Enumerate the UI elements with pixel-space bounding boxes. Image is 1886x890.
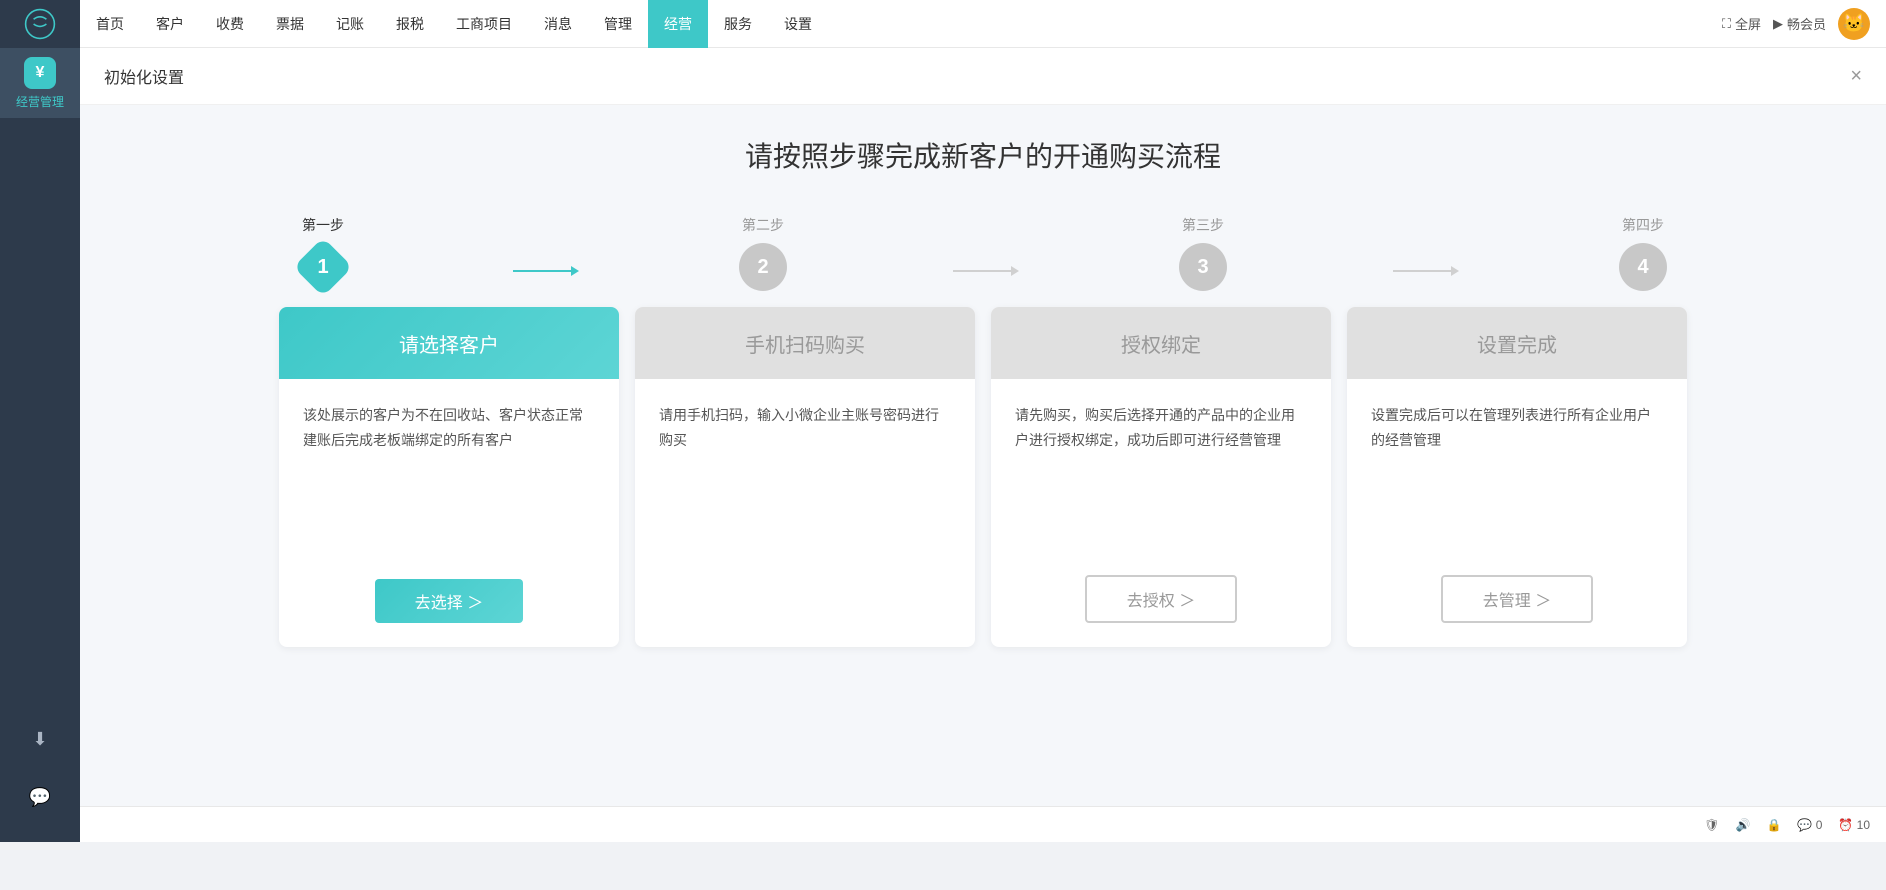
page-header: 初始化设置 × <box>80 48 1886 105</box>
sidebar-logo <box>0 0 80 48</box>
close-button[interactable]: × <box>1850 65 1862 88</box>
nav-right-area: ⛶ 全屏 ▶ 畅会员 🐱 <box>1722 8 1886 40</box>
arrow-line-2 <box>953 270 1013 272</box>
nav-fee[interactable]: 收费 <box>200 0 260 48</box>
nav-manage[interactable]: 管理 <box>588 0 648 48</box>
card-2-body: 请用手机扫码，输入小微企业主账号密码进行购买 <box>635 379 975 607</box>
volume-icon: 🔊 <box>1736 818 1751 832</box>
clock-icon: ⏰ 10 <box>1838 818 1870 832</box>
content-area: 请按照步骤完成新客户的开通购买流程 第一步 1 第二步 2 <box>80 105 1886 808</box>
fullscreen-icon: ⛶ <box>1722 16 1731 32</box>
connector-1-2 <box>493 234 593 272</box>
go-authorize-button[interactable]: 去授权 ＞ <box>1085 575 1237 623</box>
card-2-header: 手机扫码购买 <box>635 307 975 379</box>
step-1-number: 1 <box>317 256 328 279</box>
status-bar: ▶ 完成 🛡 🔊 🔒 💬 0 ⏰ 10 <box>0 806 1886 842</box>
nav-message[interactable]: 消息 <box>528 0 588 48</box>
top-nav: 首页 客户 收费 票据 记账 报税 工商项目 消息 管理 经营 服务 设置 ⛶ … <box>0 0 1886 48</box>
go-select-button[interactable]: 去选择 ＞ <box>375 579 523 623</box>
chat-icon: 💬 0 <box>1797 818 1822 832</box>
card-4-body: 设置完成后可以在管理列表进行所有企业用户的经营管理 <box>1347 379 1687 559</box>
card-4-header: 设置完成 <box>1347 307 1687 379</box>
nav-bill[interactable]: 票据 <box>260 0 320 48</box>
step-3: 第三步 3 <box>1033 215 1373 291</box>
card-3-footer: 去授权 ＞ <box>991 559 1331 647</box>
sidebar-support[interactable]: 💬 <box>0 772 80 822</box>
sidebar-bottom: ⬇ 💬 <box>0 714 80 842</box>
vip-button[interactable]: ▶ 畅会员 <box>1773 14 1826 33</box>
step-3-number: 3 <box>1197 256 1208 279</box>
card-1-header: 请选择客户 <box>279 307 619 379</box>
sidebar-item-finance[interactable]: ¥ 经营管理 <box>0 48 80 118</box>
nav-business[interactable]: 工商项目 <box>440 0 528 48</box>
vip-icon: ▶ <box>1773 16 1783 32</box>
sidebar-item-label: 经营管理 <box>16 93 64 110</box>
card-4: 设置完成 设置完成后可以在管理列表进行所有企业用户的经营管理 去管理 ＞ <box>1347 307 1687 647</box>
nav-customer[interactable]: 客户 <box>140 0 200 48</box>
cards-container: 请选择客户 该处展示的客户为不在回收站、客户状态正常建账后完成老板端绑定的所有客… <box>120 307 1846 647</box>
step-4-label: 第四步 <box>1622 215 1664 235</box>
sidebar-download[interactable]: ⬇ <box>0 714 80 764</box>
card-4-footer: 去管理 ＞ <box>1347 559 1687 647</box>
go-manage-button[interactable]: 去管理 ＞ <box>1441 575 1593 623</box>
nav-tax[interactable]: 报税 <box>380 0 440 48</box>
card-1-body: 该处展示的客户为不在回收站、客户状态正常建账后完成老板端绑定的所有客户 <box>279 379 619 563</box>
card-2-footer <box>635 607 975 647</box>
main-content: 初始化设置 × 请按照步骤完成新客户的开通购买流程 第一步 1 第二步 <box>80 48 1886 842</box>
card-2: 手机扫码购买 请用手机扫码，输入小微企业主账号密码进行购买 <box>635 307 975 647</box>
step-2: 第二步 2 <box>593 215 933 291</box>
nav-account[interactable]: 记账 <box>320 0 380 48</box>
fullscreen-button[interactable]: ⛶ 全屏 <box>1722 14 1761 33</box>
arrow-line-1 <box>513 270 573 272</box>
step-2-number: 2 <box>757 256 768 279</box>
step-4: 第四步 4 <box>1473 215 1813 291</box>
nav-operation[interactable]: 经营 <box>648 0 708 48</box>
card-3: 授权绑定 请先购买，购买后选择开通的产品中的企业用户进行授权绑定，成功后即可进行… <box>991 307 1331 647</box>
arrow-line-3 <box>1393 270 1453 272</box>
page-title: 初始化设置 <box>104 64 184 88</box>
connector-3-4 <box>1373 234 1473 272</box>
nav-settings[interactable]: 设置 <box>768 0 828 48</box>
step-1-label: 第一步 <box>302 215 344 235</box>
lock-icon: 🔒 <box>1766 818 1781 832</box>
download-icon: ⬇ <box>32 729 47 750</box>
connector-2-3 <box>933 234 1033 272</box>
card-1: 请选择客户 该处展示的客户为不在回收站、客户状态正常建账后完成老板端绑定的所有客… <box>279 307 619 647</box>
sidebar: ¥ 经营管理 ⬇ 💬 <box>0 0 80 842</box>
card-3-header: 授权绑定 <box>991 307 1331 379</box>
shield-icon: 🛡 <box>1704 818 1719 832</box>
step-3-label: 第三步 <box>1182 215 1224 235</box>
main-title: 请按照步骤完成新客户的开通购买流程 <box>120 125 1846 175</box>
avatar[interactable]: 🐱 <box>1838 8 1870 40</box>
card-3-body: 请先购买，购买后选择开通的产品中的企业用户进行授权绑定，成功后即可进行经营管理 <box>991 379 1331 559</box>
step-2-label: 第二步 <box>742 215 784 235</box>
finance-icon: ¥ <box>24 57 56 89</box>
status-bar-right: 🛡 🔊 🔒 💬 0 ⏰ 10 <box>1704 818 1870 832</box>
step-4-number: 4 <box>1637 256 1648 279</box>
support-icon: 💬 <box>29 787 51 808</box>
nav-home[interactable]: 首页 <box>80 0 140 48</box>
steps-row: 第一步 1 第二步 2 第三步 <box>120 215 1846 291</box>
card-1-footer: 去选择 ＞ <box>279 563 619 647</box>
nav-service[interactable]: 服务 <box>708 0 768 48</box>
step-1: 第一步 1 <box>153 215 493 291</box>
